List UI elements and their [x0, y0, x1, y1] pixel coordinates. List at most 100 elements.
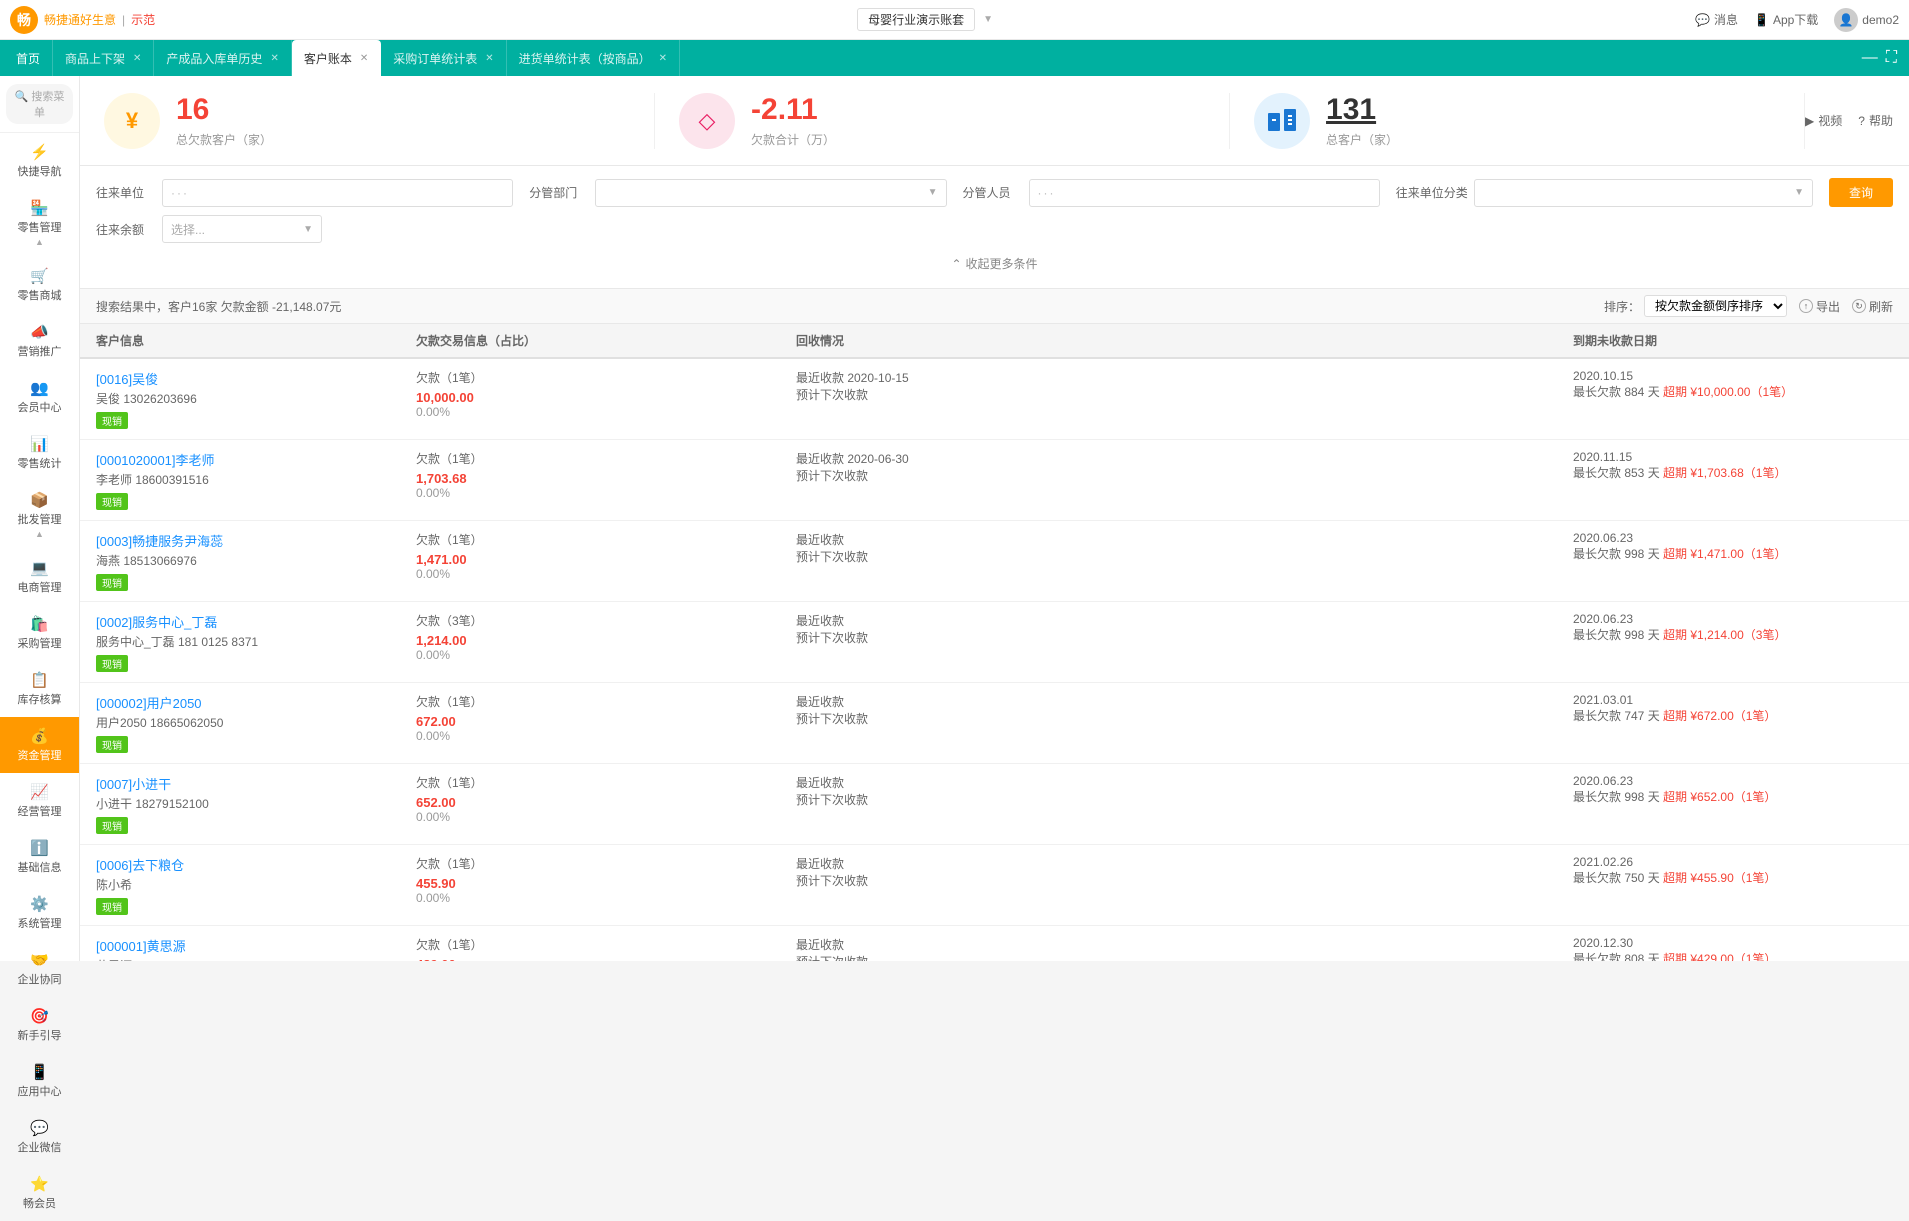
tab-maximize-btn[interactable]: ⛶ — [1886, 49, 1897, 67]
sidebar-item-guide[interactable]: 🎯 新手引导 — [0, 997, 79, 1053]
company-selector[interactable]: 母婴行业演示账套 ▼ — [857, 8, 993, 31]
sidebar-item-vip[interactable]: ⭐ 畅会员 — [0, 1165, 79, 1221]
filter-dept-select[interactable]: ▼ — [595, 179, 946, 207]
tab-close-icon[interactable]: ✕ — [133, 53, 141, 64]
sort-select[interactable]: 按欠款金额倒序排序 — [1644, 295, 1787, 317]
debt-amount[interactable]: 652.00 — [416, 795, 796, 810]
debt-amount[interactable]: 1,214.00 — [416, 633, 796, 648]
video-help-btn[interactable]: ▶ 视频 — [1805, 112, 1842, 129]
sidebar-item-marketing[interactable]: 📣 营销推广 — [0, 313, 79, 369]
overdue-link[interactable]: 超期 ¥1,703.68（1笔） — [1663, 466, 1786, 480]
purchase-icon: 🛍️ — [30, 615, 49, 633]
due-date-cell: 2020.06.23 最长欠款 998 天 超期 ¥1,214.00（3笔） — [1573, 612, 1893, 643]
tab-close-icon[interactable]: ✕ — [659, 53, 667, 64]
tab-production[interactable]: 产成品入库单历史 ✕ — [154, 40, 291, 76]
sidebar-item-finance[interactable]: 💰 资金管理 — [0, 717, 79, 773]
sidebar-item-retail-mgmt[interactable]: 🏪 零售管理 ▲ — [0, 189, 79, 257]
tab-home[interactable]: 首页 — [4, 40, 53, 76]
sidebar-item-wholesale[interactable]: 📦 批发管理 ▲ — [0, 481, 79, 549]
debt-amount[interactable]: 1,471.00 — [416, 552, 796, 567]
overdue-link[interactable]: 超期 ¥10,000.00（1笔） — [1663, 385, 1793, 399]
stat-total-info: 131 总客户（家） — [1326, 93, 1398, 148]
export-btn[interactable]: ↑ 导出 — [1799, 298, 1840, 315]
customer-name-link[interactable]: [000001]黄思源 — [96, 936, 416, 955]
tab-customer-account[interactable]: 客户账本 ✕ — [292, 40, 381, 76]
tab-close-icon[interactable]: ✕ — [485, 53, 493, 64]
table-row: [0002]服务中心_丁磊 服务中心_丁磊 181 0125 8371 现销 欠… — [80, 602, 1909, 683]
debt-amount[interactable]: 672.00 — [416, 714, 796, 729]
tab-bar-controls: — ⛶ — [1862, 40, 1905, 76]
help-btn[interactable]: ? 帮助 — [1858, 112, 1893, 129]
table-header: 客户信息 欠款交易信息（占比） 回收情况 到期未收款日期 — [80, 324, 1909, 359]
sidebar-item-retail-mall[interactable]: 🛒 零售商城 — [0, 257, 79, 313]
sidebar-item-operations[interactable]: 📈 经营管理 — [0, 773, 79, 829]
customer-phone: 海燕 18513066976 — [96, 552, 416, 569]
stat-total-label: 总客户（家） — [1326, 131, 1398, 148]
sidebar-item-label: 采购管理 — [18, 635, 62, 651]
collapse-bar[interactable]: ⌃ 收起更多条件 — [96, 251, 1893, 276]
tab-purchase-stats[interactable]: 采购订单统计表 ✕ — [381, 40, 506, 76]
sort-area[interactable]: 排序： 按欠款金额倒序排序 — [1604, 295, 1787, 317]
customer-name-link[interactable]: [0007]小进干 — [96, 774, 416, 793]
stat-debt-value: 16 — [176, 93, 272, 127]
sidebar-item-quick-nav[interactable]: ⚡ 快捷导航 — [0, 133, 79, 189]
customer-name-link[interactable]: [0016]吴俊 — [96, 369, 416, 388]
filter-row-2: 往来余额 选择... ▼ — [96, 215, 1893, 243]
overdue-link[interactable]: 超期 ¥652.00（1笔） — [1663, 790, 1776, 804]
sidebar-item-enterprise[interactable]: 🤝 企业协同 — [0, 941, 79, 997]
debt-count: 欠款（1笔） — [416, 450, 796, 467]
debt-count: 欠款（1笔） — [416, 531, 796, 548]
customer-name-link[interactable]: [0002]服务中心_丁磊 — [96, 612, 416, 631]
tab-minimize-btn[interactable]: — — [1862, 49, 1878, 67]
tab-close-icon[interactable]: ✕ — [270, 53, 278, 64]
user-profile[interactable]: 👤 demo2 — [1834, 8, 1899, 32]
filter-balance-select[interactable]: 选择... ▼ — [162, 215, 322, 243]
customer-info-cell: [000001]黄思源 黄思源 13552700226 现销 — [96, 936, 416, 961]
refresh-btn[interactable]: ↻ 刷新 — [1852, 298, 1893, 315]
tab-inbound-stats[interactable]: 进货单统计表（按商品） ✕ — [507, 40, 680, 76]
debt-amount[interactable]: 1,703.68 — [416, 471, 796, 486]
stat-amount-info: -2.11 欠款合计（万） — [751, 93, 835, 148]
debt-percent: 0.00% — [416, 405, 796, 419]
company-expand-icon[interactable]: ▼ — [983, 14, 993, 25]
overdue-link[interactable]: 超期 ¥1,214.00（3笔） — [1663, 628, 1786, 642]
sidebar-item-inventory[interactable]: 📋 库存核算 — [0, 661, 79, 717]
sort-label: 排序： — [1604, 298, 1640, 315]
customer-name-link[interactable]: [0006]去下粮仓 — [96, 855, 416, 874]
sidebar-item-members[interactable]: 👥 会员中心 — [0, 369, 79, 425]
app-download-label: App下载 — [1773, 11, 1818, 28]
customer-name-link[interactable]: [0001020001]李老师 — [96, 450, 416, 469]
overdue-days: 最长欠款 853 天 超期 ¥1,703.68（1笔） — [1573, 464, 1893, 481]
debt-amount[interactable]: 10,000.00 — [416, 390, 796, 405]
customer-name-link[interactable]: [0003]畅捷服务尹海蕊 — [96, 531, 416, 550]
sidebar-search-box[interactable]: 🔍 搜索菜单 — [6, 84, 73, 124]
debt-amount[interactable]: 429.00 — [416, 957, 796, 961]
query-button[interactable]: 查询 — [1829, 178, 1893, 207]
overdue-link[interactable]: 超期 ¥455.90（1笔） — [1663, 871, 1776, 885]
debt-amount[interactable]: 455.90 — [416, 876, 796, 891]
sidebar-item-system[interactable]: ⚙️ 系统管理 — [0, 885, 79, 941]
overdue-days: 最长欠款 998 天 超期 ¥652.00（1笔） — [1573, 788, 1893, 805]
sidebar-item-purchase[interactable]: 🛍️ 采购管理 — [0, 605, 79, 661]
sidebar-item-retail-stats[interactable]: 📊 零售统计 — [0, 425, 79, 481]
filter-person-input[interactable]: ··· — [1029, 179, 1380, 207]
overdue-link[interactable]: 超期 ¥429.00（1笔） — [1663, 952, 1776, 961]
debt-count: 欠款（1笔） — [416, 855, 796, 872]
overdue-link[interactable]: 超期 ¥672.00（1笔） — [1663, 709, 1776, 723]
sidebar-item-basic-info[interactable]: ℹ️ 基础信息 — [0, 829, 79, 885]
stat-debt-label: 总欠款客户（家） — [176, 131, 272, 148]
sidebar-item-ecommerce[interactable]: 💻 电商管理 — [0, 549, 79, 605]
results-summary: 搜索结果中，客户16家 欠款金额 -21,148.07元 — [96, 298, 341, 315]
tab-products[interactable]: 商品上下架 ✕ — [53, 40, 154, 76]
customer-name-link[interactable]: [000002]用户2050 — [96, 693, 416, 712]
sidebar-item-enterprise-wechat[interactable]: 💬 企业微信 — [0, 1109, 79, 1165]
filter-category-select[interactable]: ▼ — [1474, 179, 1813, 207]
app-download-btn[interactable]: 📱 App下载 — [1754, 11, 1818, 28]
overdue-link[interactable]: 超期 ¥1,471.00（1笔） — [1663, 547, 1786, 561]
message-btn[interactable]: 💬 消息 — [1695, 11, 1738, 28]
overdue-days: 最长欠款 808 天 超期 ¥429.00（1笔） — [1573, 950, 1893, 961]
sidebar-search-area[interactable]: 🔍 搜索菜单 — [0, 76, 79, 133]
sidebar-item-appstore[interactable]: 📱 应用中心 — [0, 1053, 79, 1109]
filter-vendor-input[interactable]: ··· — [162, 179, 513, 207]
tab-close-icon[interactable]: ✕ — [360, 53, 368, 64]
